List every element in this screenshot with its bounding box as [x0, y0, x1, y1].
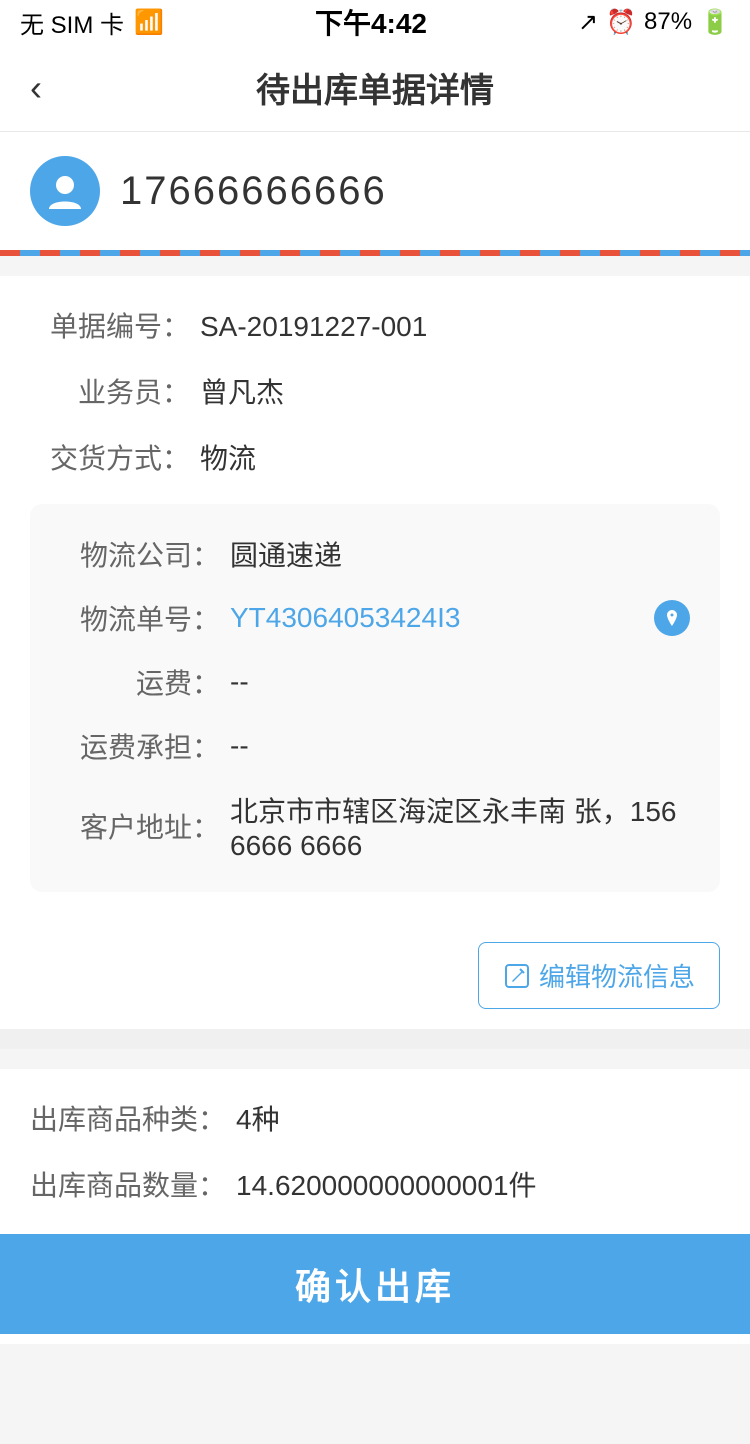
- outbound-quantity-label: 出库商品数量：: [30, 1165, 226, 1207]
- nav-bar: ‹ 待出库单据详情: [0, 44, 750, 132]
- edit-logistics-label: 编辑物流信息: [539, 957, 695, 994]
- freight-bear-label: 运费承担：: [60, 726, 220, 766]
- no-sim-text: 无 SIM 卡: [20, 5, 124, 40]
- address-value: 北京市市辖区海淀区永丰南 张，156 6666 6666: [230, 790, 690, 862]
- avatar: [30, 156, 100, 226]
- delivery-value: 物流: [200, 438, 720, 480]
- bottom-spacer: [0, 1344, 750, 1444]
- edit-logistics-button[interactable]: 编辑物流信息: [478, 942, 720, 1009]
- delivery-label: 交货方式：: [30, 438, 190, 480]
- order-info-block: 单据编号： SA-20191227-001 业务员： 曾凡杰 交货方式： 物流 …: [0, 276, 750, 922]
- outbound-block: 出库商品种类： 4种 出库商品数量： 14.620000000000001件: [0, 1069, 750, 1237]
- address-label: 客户地址：: [60, 806, 220, 846]
- tracking-location-icon[interactable]: [654, 600, 690, 636]
- status-time: 下午4:42: [315, 2, 427, 42]
- status-bar: 无 SIM 卡 📶 下午4:42 ↗ ⏰ 87% 🔋: [0, 0, 750, 44]
- delivery-row: 交货方式： 物流: [30, 438, 720, 480]
- logistics-tracking-label: 物流单号：: [60, 598, 220, 638]
- salesman-value: 曾凡杰: [200, 372, 720, 414]
- logistics-tracking-value: YT43064053424I3: [230, 602, 644, 634]
- freight-bear-value: --: [230, 730, 690, 762]
- freight-row: 运费： --: [60, 662, 690, 702]
- outbound-types-value: 4种: [236, 1099, 720, 1141]
- alarm-icon: ⏰: [606, 8, 636, 37]
- freight-bear-row: 运费承担： --: [60, 726, 690, 766]
- logistics-card: 物流公司： 圆通速递 物流单号： YT43064053424I3 运费： -- …: [30, 504, 720, 892]
- back-button[interactable]: ‹: [30, 67, 90, 109]
- logistics-company-value: 圆通速递: [230, 534, 690, 574]
- logistics-company-label: 物流公司：: [60, 534, 220, 574]
- outbound-types-label: 出库商品种类：: [30, 1099, 226, 1141]
- logistics-tracking-row: 物流单号： YT43064053424I3: [60, 598, 690, 638]
- confirm-outbound-button[interactable]: 确认出库: [0, 1234, 750, 1334]
- salesman-row: 业务员： 曾凡杰: [30, 372, 720, 414]
- outbound-quantity-value: 14.620000000000001件: [236, 1165, 720, 1207]
- confirm-outbound-label: 确认出库: [295, 1258, 455, 1310]
- logistics-company-row: 物流公司： 圆通速递: [60, 534, 690, 574]
- section-divider: [0, 1029, 750, 1049]
- location-icon: ↗: [578, 8, 598, 37]
- freight-label: 运费：: [60, 662, 220, 702]
- dashed-divider: [0, 250, 750, 256]
- order-no-value: SA-20191227-001: [200, 306, 720, 348]
- salesman-label: 业务员：: [30, 372, 190, 414]
- outbound-quantity-row: 出库商品数量： 14.620000000000001件: [30, 1165, 720, 1207]
- status-right: ↗ ⏰ 87% 🔋: [578, 8, 730, 37]
- freight-value: --: [230, 666, 690, 698]
- outbound-types-row: 出库商品种类： 4种: [30, 1099, 720, 1141]
- customer-header: 17666666666: [0, 132, 750, 250]
- customer-phone: 17666666666: [120, 169, 387, 214]
- order-no-row: 单据编号： SA-20191227-001: [30, 306, 720, 348]
- address-row: 客户地址： 北京市市辖区海淀区永丰南 张，156 6666 6666: [60, 790, 690, 862]
- status-left: 无 SIM 卡 📶: [20, 5, 164, 40]
- page-title: 待出库单据详情: [256, 63, 494, 112]
- order-no-label: 单据编号：: [30, 306, 190, 348]
- battery-text: 87%: [644, 8, 692, 36]
- wifi-icon: 📶: [134, 8, 164, 37]
- edit-logistics-row: 编辑物流信息: [0, 922, 750, 1029]
- battery-icon: 🔋: [700, 8, 730, 37]
